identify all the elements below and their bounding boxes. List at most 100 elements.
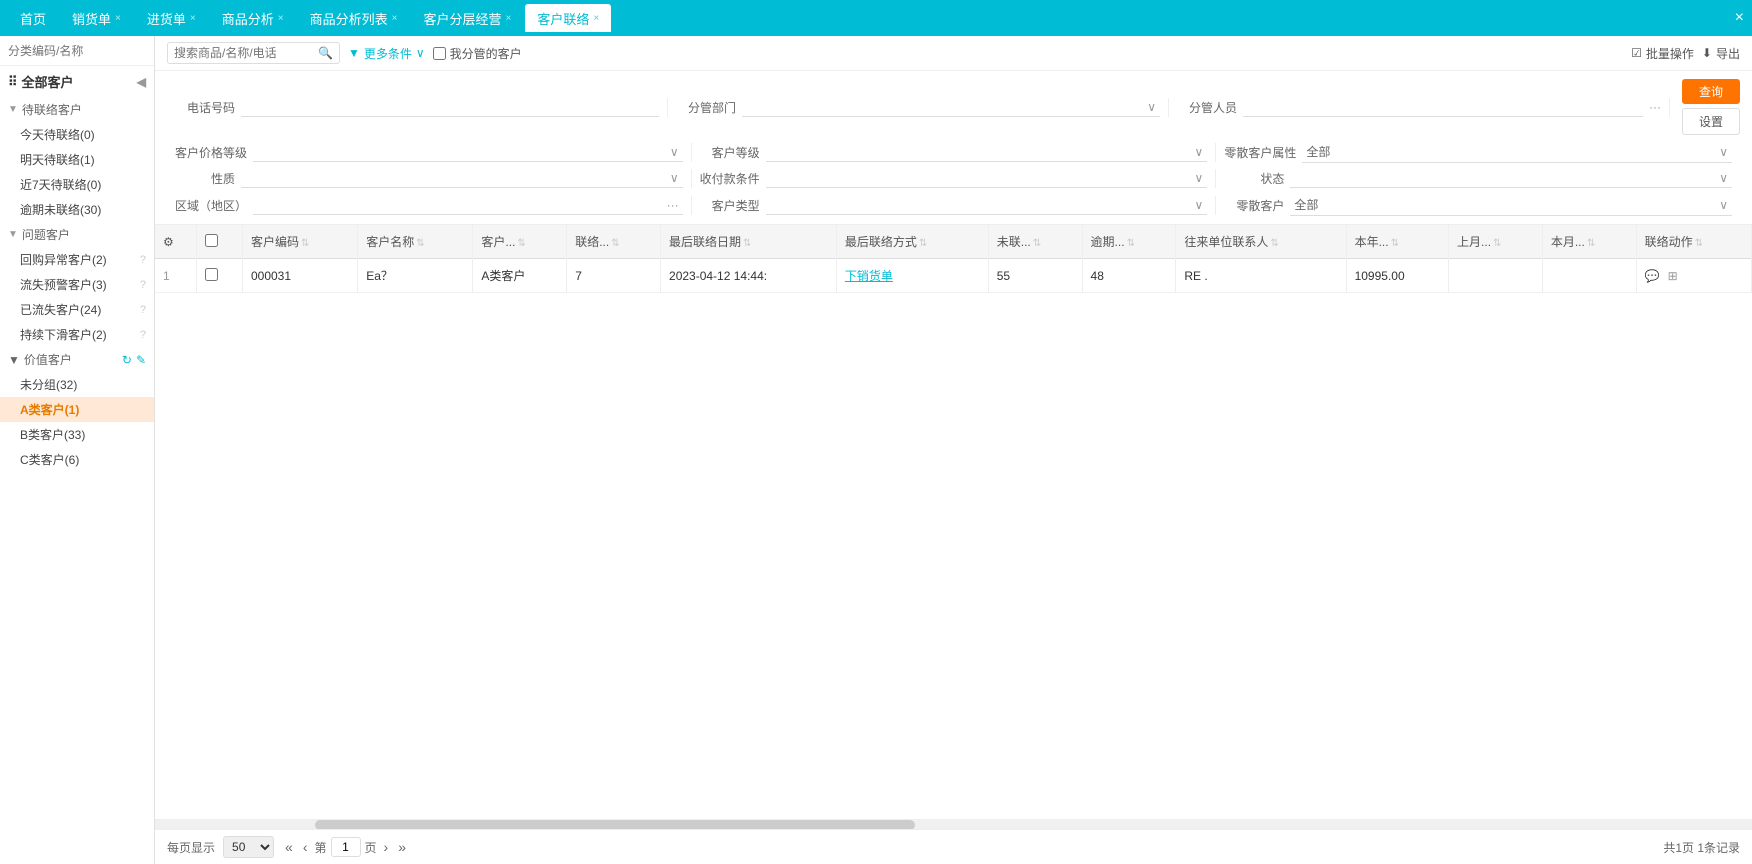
page-input[interactable] xyxy=(331,837,361,857)
filter-select-2-0[interactable]: ∨ xyxy=(241,169,683,188)
more-dots-icon[interactable]: ··· xyxy=(1649,100,1661,114)
edit-icon[interactable]: ✎ xyxy=(136,353,146,367)
sort-icon[interactable]: ⇅ xyxy=(1270,238,1278,249)
table-cell-0-14[interactable]: 💬⊞ xyxy=(1636,259,1751,293)
filter-label-1-1: 客户等级 xyxy=(700,144,760,161)
first-page-btn[interactable]: « xyxy=(282,839,296,855)
last-contact-link[interactable]: 下销货单 xyxy=(845,269,893,283)
sidebar-group-0[interactable]: ▼待联络客户 xyxy=(0,97,154,122)
settings-button[interactable]: 设置 xyxy=(1682,108,1740,135)
col-label: 逾期... xyxy=(1091,235,1125,249)
search-input[interactable] xyxy=(174,46,314,60)
sidebar-item-1-2[interactable]: 已流失客户(24)? xyxy=(0,297,154,322)
sort-icon[interactable]: ⇅ xyxy=(1391,238,1399,249)
filter-input-dots-0-2[interactable] xyxy=(1243,98,1643,117)
sidebar-item-0-2[interactable]: 近7天待联络(0) xyxy=(0,172,154,197)
filter-select-1-1[interactable]: ∨ xyxy=(766,143,1208,162)
sidebar-item-1-1[interactable]: 流失预警客户(3)? xyxy=(0,272,154,297)
query-button[interactable]: 查询 xyxy=(1682,79,1740,104)
sidebar-item-1-3[interactable]: 持续下滑客户(2)? xyxy=(0,322,154,347)
help-icon[interactable]: ? xyxy=(140,254,146,266)
col-header-0[interactable]: ⚙ xyxy=(155,225,197,259)
close-tab-goods-analysis[interactable]: × xyxy=(278,13,284,24)
sidebar-item-1-0[interactable]: 回购异常客户(2)? xyxy=(0,247,154,272)
sort-icon[interactable]: ⇅ xyxy=(301,238,309,249)
sidebar-item-0-1[interactable]: 明天待联络(1) xyxy=(0,147,154,172)
last-page-btn[interactable]: » xyxy=(395,839,409,855)
sort-icon[interactable]: ⇅ xyxy=(1127,238,1135,249)
sort-icon[interactable]: ⇅ xyxy=(1695,238,1703,249)
nav-tab-goods-list[interactable]: 商品分析列表 × xyxy=(298,4,410,32)
sort-icon[interactable]: ⇅ xyxy=(611,238,619,249)
sidebar-all-customers[interactable]: ⠿ 全部客户 ◀ xyxy=(0,66,154,97)
close-tab-customer-layer[interactable]: × xyxy=(505,13,511,24)
refresh-icon[interactable]: ↻ xyxy=(122,353,132,367)
select-all-checkbox[interactable] xyxy=(205,234,218,247)
sidebar-item-2-3[interactable]: C类客户(6) xyxy=(0,447,154,472)
row-actions[interactable]: 💬⊞ xyxy=(1645,269,1743,283)
nav-tab-goods-analysis[interactable]: 商品分析 × xyxy=(210,4,296,32)
sidebar-search-input[interactable] xyxy=(8,44,155,58)
filter-select-1-0[interactable]: ∨ xyxy=(253,143,683,162)
row-checkbox[interactable] xyxy=(205,268,218,281)
page-size-select[interactable]: 50 100 xyxy=(223,836,274,858)
qr-icon[interactable]: ⊞ xyxy=(1668,269,1678,283)
page-label: 第 xyxy=(314,839,326,856)
sort-icon[interactable]: ⇅ xyxy=(919,238,927,249)
filter-btn[interactable]: ▼ 更多条件 ∨ xyxy=(348,45,425,62)
comment-icon[interactable]: 💬 xyxy=(1645,269,1660,283)
help-icon[interactable]: ? xyxy=(140,279,146,291)
close-tab-customer-contact[interactable]: × xyxy=(593,13,599,24)
prev-page-btn[interactable]: ‹ xyxy=(300,839,311,855)
gear-icon[interactable]: ⚙ xyxy=(163,235,174,249)
nav-tab-purchase[interactable]: 进货单 × xyxy=(135,4,208,32)
sidebar-item-2-1[interactable]: A类客户(1) xyxy=(0,397,154,422)
filter-label-0-1: 分管部门 xyxy=(676,99,736,116)
filter-select-1-2[interactable]: 全部∨ xyxy=(1302,141,1732,163)
sort-icon[interactable]: ⇅ xyxy=(1033,238,1041,249)
col-header-1[interactable] xyxy=(197,225,243,259)
nav-tab-sales[interactable]: 销货单 × xyxy=(60,4,133,32)
close-tab-purchase[interactable]: × xyxy=(190,13,196,24)
sidebar-item-0-3[interactable]: 逾期未联络(30) xyxy=(0,197,154,222)
sidebar-group-1[interactable]: ▼问题客户 xyxy=(0,222,154,247)
filter-input-0-0[interactable] xyxy=(241,98,659,117)
horizontal-scrollbar[interactable] xyxy=(155,819,1752,829)
help-icon[interactable]: ? xyxy=(140,304,146,316)
table-container[interactable]: ⚙客户编码⇅客户名称⇅客户...⇅联络...⇅最后联络日期⇅最后联络方式⇅未联.… xyxy=(155,225,1752,819)
sort-icon[interactable]: ⇅ xyxy=(517,238,525,249)
sidebar-item-2-0[interactable]: 未分组(32) xyxy=(0,372,154,397)
filter-select-dots-3-0[interactable]: ··· xyxy=(253,196,683,215)
help-icon[interactable]: ? xyxy=(140,329,146,341)
filter-select-2-2[interactable]: ∨ xyxy=(1290,169,1732,188)
toolbar-search-icon[interactable]: 🔍 xyxy=(318,46,333,60)
next-page-btn[interactable]: › xyxy=(381,839,392,855)
table-cell-0-7[interactable]: 下销货单 xyxy=(836,259,988,293)
more-dots-icon[interactable]: ··· xyxy=(667,198,679,212)
export-btn[interactable]: ⬇ 导出 xyxy=(1702,45,1740,62)
sidebar-group-2[interactable]: ▼价值客户↻✎ xyxy=(0,347,154,372)
sidebar-item-2-2[interactable]: B类客户(33) xyxy=(0,422,154,447)
filter-select-0-1[interactable]: ∨ xyxy=(742,98,1160,117)
sidebar-collapse-icon[interactable]: ◀ xyxy=(137,75,146,89)
filter-select-3-2[interactable]: 全部∨ xyxy=(1290,194,1732,216)
nav-tab-customer-contact[interactable]: 客户联络 × xyxy=(525,4,611,32)
nav-tab-home[interactable]: 首页 xyxy=(8,4,58,32)
table-cell-0-1[interactable] xyxy=(197,259,243,293)
batch-btn[interactable]: ☑ 批量操作 xyxy=(1631,45,1694,62)
my-customers-checkbox[interactable] xyxy=(433,47,446,60)
sidebar-item-0-0[interactable]: 今天待联络(0) xyxy=(0,122,154,147)
sort-icon[interactable]: ⇅ xyxy=(1493,238,1501,249)
nav-tab-customer-layer[interactable]: 客户分层经营 × xyxy=(411,4,523,32)
my-customers-check[interactable]: 我分管的客户 xyxy=(433,45,522,62)
sort-icon[interactable]: ⇅ xyxy=(416,238,424,249)
sort-icon[interactable]: ⇅ xyxy=(743,238,751,249)
close-tab-sales[interactable]: × xyxy=(115,13,121,24)
value-group-actions[interactable]: ↻✎ xyxy=(122,353,146,367)
chevron-down-icon: ∨ xyxy=(1719,198,1728,212)
close-all-btn[interactable]: × xyxy=(1735,9,1744,27)
close-tab-goods-list[interactable]: × xyxy=(392,13,398,24)
filter-select-3-1[interactable]: ∨ xyxy=(766,196,1208,215)
filter-select-2-1[interactable]: ∨ xyxy=(766,169,1208,188)
sort-icon[interactable]: ⇅ xyxy=(1587,238,1595,249)
